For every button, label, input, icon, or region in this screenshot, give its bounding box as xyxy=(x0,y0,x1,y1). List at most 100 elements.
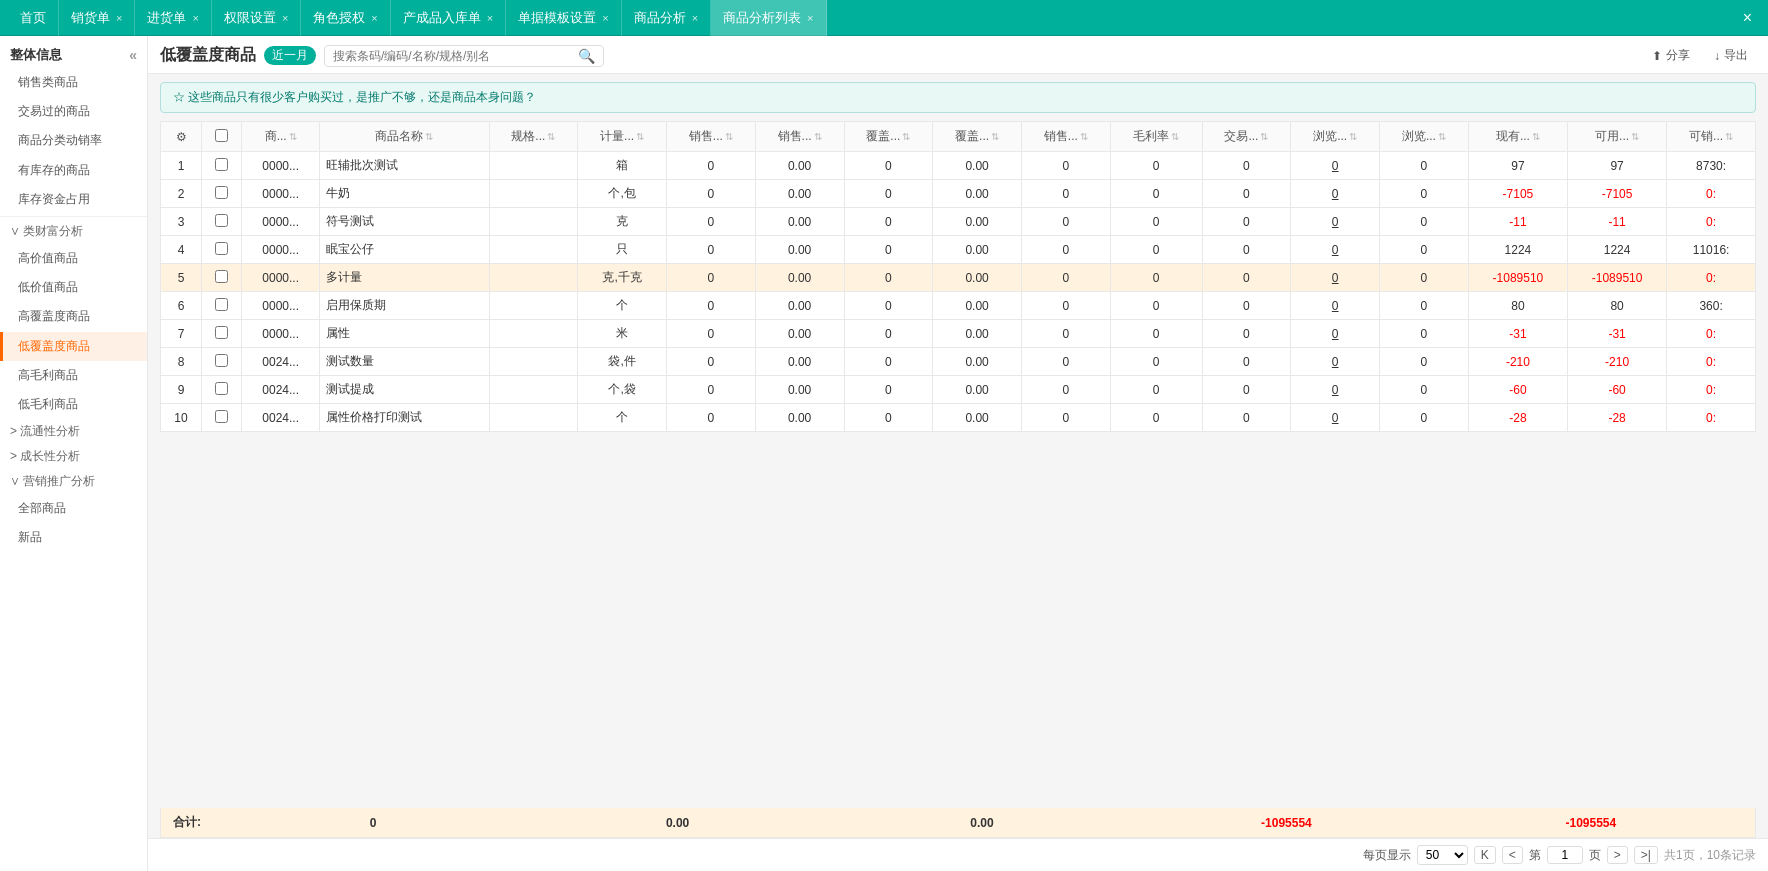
col-header-unit[interactable]: 计量...⇅ xyxy=(578,122,667,152)
tab-close-icon[interactable]: × xyxy=(282,12,288,24)
first-page-button[interactable]: K xyxy=(1474,846,1496,864)
col-header-trade[interactable]: 交易...⇅ xyxy=(1202,122,1291,152)
sidebar-collapse-button[interactable]: « xyxy=(129,47,137,63)
col-header-saleable[interactable]: 可销...⇅ xyxy=(1667,122,1756,152)
prev-page-button[interactable]: < xyxy=(1502,846,1523,864)
nav-tab-商品分析[interactable]: 商品分析× xyxy=(622,0,711,36)
sidebar-item-新品[interactable]: 新品 xyxy=(0,523,147,552)
row-checkbox[interactable] xyxy=(215,158,228,171)
settings-icon[interactable]: ⚙ xyxy=(176,130,187,144)
search-icon[interactable]: 🔍 xyxy=(578,48,595,64)
cell-checkbox[interactable] xyxy=(202,152,242,180)
col-header-code[interactable]: 商...⇅ xyxy=(242,122,319,152)
col-header-sale3[interactable]: 销售...⇅ xyxy=(1022,122,1111,152)
col-header-browse1[interactable]: 浏览...⇅ xyxy=(1291,122,1380,152)
col-header-name[interactable]: 商品名称⇅ xyxy=(319,122,489,152)
tab-close-icon[interactable]: × xyxy=(116,12,122,24)
nav-tab-角色授权[interactable]: 角色授权× xyxy=(301,0,390,36)
sidebar-item-低毛利商品[interactable]: 低毛利商品 xyxy=(0,390,147,419)
page-number-input[interactable] xyxy=(1547,846,1583,864)
row-checkbox[interactable] xyxy=(215,270,228,283)
nav-tab-销货单[interactable]: 销货单× xyxy=(59,0,135,36)
nav-tab-权限设置[interactable]: 权限设置× xyxy=(212,0,301,36)
tab-close-icon[interactable]: × xyxy=(602,12,608,24)
row-checkbox[interactable] xyxy=(215,354,228,367)
last-page-button[interactable]: >| xyxy=(1634,846,1658,864)
col-header-sale_qty[interactable]: 销售...⇅ xyxy=(667,122,756,152)
row-checkbox[interactable] xyxy=(215,186,228,199)
search-input[interactable] xyxy=(333,49,578,63)
col-header-browse2[interactable]: 浏览...⇅ xyxy=(1380,122,1469,152)
tab-close-icon[interactable]: × xyxy=(692,12,698,24)
tab-close-icon[interactable]: × xyxy=(371,12,377,24)
col-header-settings[interactable]: ⚙ xyxy=(161,122,202,152)
sidebar-item-交易过的商品[interactable]: 交易过的商品 xyxy=(0,97,147,126)
sidebar-section-flow[interactable]: > 流通性分析 xyxy=(0,419,147,444)
tab-close-icon[interactable]: × xyxy=(807,12,813,24)
row-checkbox[interactable] xyxy=(215,242,228,255)
window-close-button[interactable]: × xyxy=(1735,9,1760,27)
row-checkbox[interactable] xyxy=(215,410,228,423)
sidebar-item-高价值商品[interactable]: 高价值商品 xyxy=(0,244,147,273)
col-header-gross[interactable]: 毛利率⇅ xyxy=(1110,122,1202,152)
nav-tab-商品分析列表[interactable]: 商品分析列表× xyxy=(711,0,826,36)
nav-tab-进货单[interactable]: 进货单× xyxy=(135,0,211,36)
tab-close-icon[interactable]: × xyxy=(192,12,198,24)
cell-checkbox[interactable] xyxy=(202,264,242,292)
sidebar-section-growth[interactable]: > 成长性分析 xyxy=(0,444,147,469)
col-header-checkbox[interactable] xyxy=(202,122,242,152)
cell-browse1[interactable]: 0 xyxy=(1291,292,1380,320)
sidebar-item-有库存的商品[interactable]: 有库存的商品 xyxy=(0,156,147,185)
cell-checkbox[interactable] xyxy=(202,404,242,432)
col-header-stock2[interactable]: 可用...⇅ xyxy=(1568,122,1667,152)
nav-tab-首页[interactable]: 首页 xyxy=(8,0,59,36)
cell-browse1[interactable]: 0 xyxy=(1291,236,1380,264)
select-all-checkbox[interactable] xyxy=(215,129,228,142)
row-checkbox[interactable] xyxy=(215,214,228,227)
col-header-cover1[interactable]: 覆盖...⇅ xyxy=(844,122,933,152)
sidebar-item-商品分类动销率[interactable]: 商品分类动销率 xyxy=(0,126,147,155)
cell-browse1[interactable]: 0 xyxy=(1291,208,1380,236)
sidebar-item-高覆盖度商品[interactable]: 高覆盖度商品 xyxy=(0,302,147,331)
sidebar-item-全部商品[interactable]: 全部商品 xyxy=(0,494,147,523)
cell-checkbox[interactable] xyxy=(202,348,242,376)
sort-icon: ⇅ xyxy=(547,131,555,142)
per-page-select[interactable]: 50 20 100 xyxy=(1417,845,1468,865)
col-header-cover2[interactable]: 覆盖...⇅ xyxy=(933,122,1022,152)
export-button[interactable]: ↓ 导出 xyxy=(1706,44,1756,67)
col-header-sale_amt[interactable]: 销售...⇅ xyxy=(755,122,844,152)
sidebar-item-销售类商品[interactable]: 销售类商品 xyxy=(0,68,147,97)
sidebar-section-marketing[interactable]: ∨ 营销推广分析 xyxy=(0,469,147,494)
cell-browse1[interactable]: 0 xyxy=(1291,320,1380,348)
cell-browse1[interactable]: 0 xyxy=(1291,404,1380,432)
cell-browse1[interactable]: 0 xyxy=(1291,264,1380,292)
filter-tag[interactable]: 近一月 xyxy=(264,46,316,65)
nav-tab-产成品入库单[interactable]: 产成品入库单× xyxy=(391,0,506,36)
nav-tab-单据模板设置[interactable]: 单据模板设置× xyxy=(506,0,621,36)
cell-checkbox[interactable] xyxy=(202,180,242,208)
cell-browse1[interactable]: 0 xyxy=(1291,152,1380,180)
sidebar-item-低价值商品[interactable]: 低价值商品 xyxy=(0,273,147,302)
cell-checkbox[interactable] xyxy=(202,236,242,264)
sidebar-item-低覆盖度商品[interactable]: 低覆盖度商品 xyxy=(0,332,147,361)
row-checkbox[interactable] xyxy=(215,382,228,395)
sidebar-section-wealth[interactable]: ∨ 类财富分析 xyxy=(0,219,147,244)
cell-browse1[interactable]: 0 xyxy=(1291,348,1380,376)
cell-checkbox[interactable] xyxy=(202,292,242,320)
sidebar-item-高毛利商品[interactable]: 高毛利商品 xyxy=(0,361,147,390)
cell-browse1[interactable]: 0 xyxy=(1291,376,1380,404)
tab-close-icon[interactable]: × xyxy=(487,12,493,24)
footer-sale-qty: 0 xyxy=(221,816,525,830)
row-checkbox[interactable] xyxy=(215,326,228,339)
col-header-spec[interactable]: 规格...⇅ xyxy=(489,122,578,152)
next-page-button[interactable]: > xyxy=(1607,846,1628,864)
row-checkbox[interactable] xyxy=(215,298,228,311)
share-button[interactable]: ⬆ 分享 xyxy=(1644,44,1698,67)
sidebar-item-库存资金占用[interactable]: 库存资金占用 xyxy=(0,185,147,214)
col-header-stock1[interactable]: 现有...⇅ xyxy=(1468,122,1567,152)
cell-browse1[interactable]: 0 xyxy=(1291,180,1380,208)
cell-checkbox[interactable] xyxy=(202,320,242,348)
cell-checkbox[interactable] xyxy=(202,208,242,236)
table-wrapper[interactable]: ⚙商...⇅商品名称⇅规格...⇅计量...⇅销售...⇅销售...⇅覆盖...… xyxy=(148,113,1768,808)
cell-checkbox[interactable] xyxy=(202,376,242,404)
